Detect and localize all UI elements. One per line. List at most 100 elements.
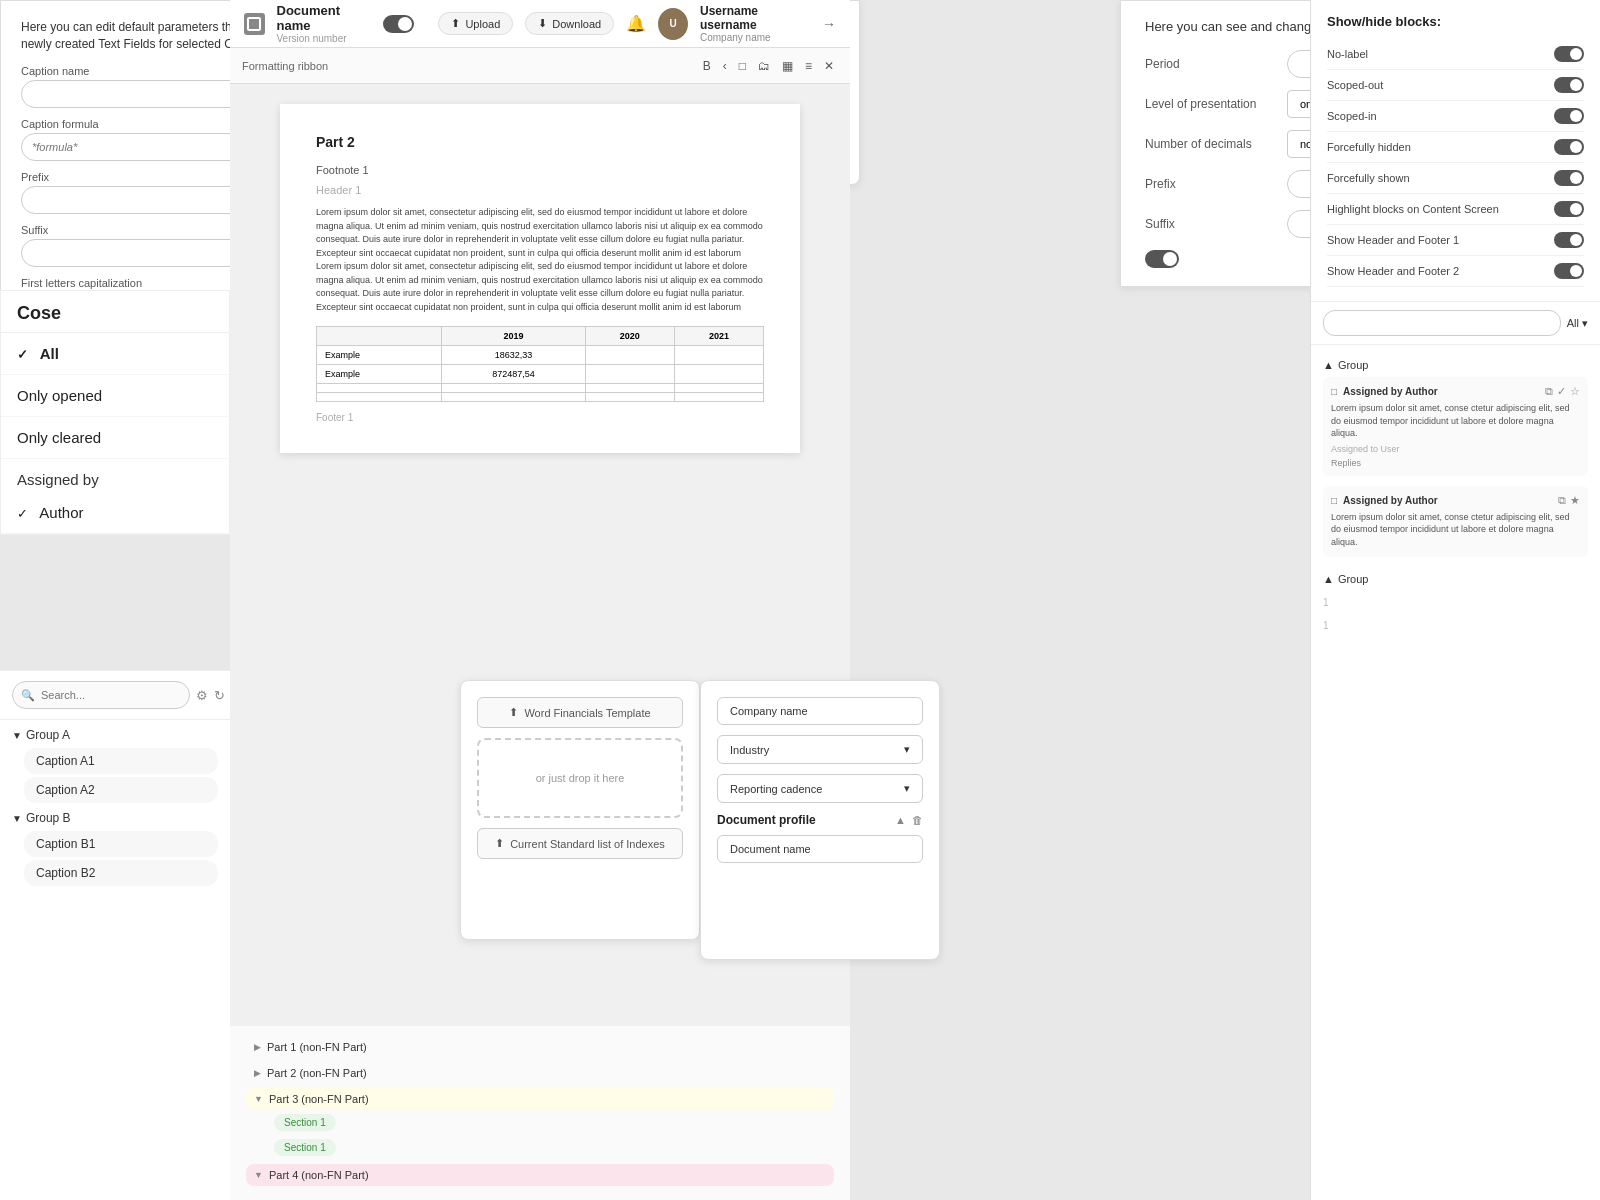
tree-part-2-row[interactable]: ▶ Part 2 (non-FN Part) — [246, 1062, 834, 1084]
comment-2-star-btn[interactable]: ★ — [1570, 494, 1580, 507]
chevron-down-icon: ▾ — [904, 782, 910, 795]
word-template-button[interactable]: ⬆ Word Financials Template — [477, 697, 683, 728]
company-name: Company name — [700, 32, 810, 43]
comment-block-1: □ Assigned by Author ⧉ ✓ ☆ Lorem ipsum d… — [1323, 377, 1588, 476]
industry-field: Industry ▾ — [717, 735, 923, 764]
chevron-down-icon: ▾ — [1582, 317, 1588, 330]
download-button[interactable]: ⬇ Download — [525, 12, 614, 35]
rs-search-input[interactable] — [1323, 310, 1561, 336]
notification-button[interactable]: 🔔 — [626, 14, 646, 33]
format-table-btn[interactable]: ▦ — [778, 57, 797, 75]
upload-button[interactable]: ⬆ Upload — [438, 12, 513, 35]
search-input[interactable] — [12, 681, 190, 709]
settings-icon-btn[interactable]: ⚙ — [196, 688, 208, 703]
forcefully-hidden-toggle[interactable] — [1554, 139, 1584, 155]
table-col-2019: 2019 — [442, 327, 585, 346]
doc-profile-title: Document profile — [717, 813, 816, 827]
toggle-scoped-out-row: Scoped-out — [1327, 70, 1584, 101]
format-bold-btn[interactable]: B — [699, 57, 715, 75]
toggle-forcefully-shown-row: Forcefully shown — [1327, 163, 1584, 194]
rs-comments-content: ▲ Group □ Assigned by Author ⧉ ✓ ☆ Lorem… — [1311, 345, 1600, 1200]
forcefully-hidden-text: Forcefully hidden — [1327, 141, 1411, 153]
industry-button[interactable]: Industry ▾ — [717, 735, 923, 764]
right-sidebar-header: Show/hide blocks: No-label Scoped-out Sc… — [1311, 0, 1600, 302]
assigned-author-item[interactable]: ✓ Author — [1, 492, 229, 534]
comment-2-copy-btn[interactable]: ⧉ — [1558, 494, 1566, 507]
chevron-down-icon: ▼ — [12, 730, 22, 741]
comment-block-2: □ Assigned by Author ⧉ ★ Lorem ipsum dol… — [1323, 486, 1588, 557]
drop-zone[interactable]: or just drop it here — [477, 738, 683, 818]
upload-icon: ⬆ — [451, 17, 460, 30]
caption-b2-item[interactable]: Caption B2 — [24, 860, 218, 886]
refresh-icon-btn[interactable]: ↻ — [214, 688, 225, 703]
level-label: Level of presentation — [1145, 97, 1275, 111]
caption-a2-item[interactable]: Caption A2 — [24, 777, 218, 803]
page-title: Part 2 — [316, 134, 764, 150]
doc-name-button[interactable]: Document name — [717, 835, 923, 863]
format-list-btn[interactable]: ≡ — [801, 57, 816, 75]
rs-group-1-header[interactable]: ▲ Group — [1323, 353, 1588, 377]
no-label-toggle[interactable] — [1554, 46, 1584, 62]
variable-toggle[interactable] — [1145, 250, 1179, 268]
toggle-header-footer-2-row: Show Header and Footer 2 — [1327, 256, 1584, 287]
tree-section-2-row[interactable]: Section 1 — [246, 1135, 834, 1160]
comment-1-actions: ⧉ ✓ ☆ — [1545, 385, 1580, 398]
table-row: Example 18632,33 — [317, 346, 764, 365]
highlight-toggle[interactable] — [1554, 201, 1584, 217]
rs-group-2-header[interactable]: ▲ Group — [1323, 567, 1588, 591]
tree-section-1-row[interactable]: Section 1 — [246, 1110, 834, 1135]
format-bar-controls: B ‹ □ 🗂 ▦ ≡ ✕ — [699, 57, 838, 75]
doc-profile-delete-btn[interactable]: 🗑 — [912, 814, 923, 826]
format-folder-btn[interactable]: 🗂 — [754, 57, 774, 75]
doc-name-label: Document name — [730, 843, 811, 855]
index-button[interactable]: ⬆ Current Standard list of Indexes — [477, 828, 683, 859]
forcefully-shown-toggle[interactable] — [1554, 170, 1584, 186]
comment-1-star-btn[interactable]: ☆ — [1570, 385, 1580, 398]
tree-section: ▼ Group A Caption A1 Caption A2 ▼ Group … — [0, 720, 230, 1200]
document-page: Part 2 Footnote 1 Header 1 Lorem ipsum d… — [280, 104, 800, 453]
group-b-label: Group B — [26, 811, 71, 825]
filter-all-item[interactable]: ✓ All — [1, 333, 229, 375]
header-footer-2-toggle[interactable] — [1554, 263, 1584, 279]
document-toggle[interactable] — [383, 15, 415, 33]
tree-part-3: ▼ Part 3 (non-FN Part) Section 1 Section… — [246, 1088, 834, 1160]
company-name-button[interactable]: Company name — [717, 697, 923, 725]
search-icon: 🔍 — [21, 689, 35, 702]
table-row: Example 872487,54 — [317, 365, 764, 384]
word-template-label: Word Financials Template — [524, 707, 650, 719]
filter-cleared-item[interactable]: Only cleared — [1, 417, 229, 459]
reporting-button[interactable]: Reporting cadence ▾ — [717, 774, 923, 803]
scoped-in-toggle[interactable] — [1554, 108, 1584, 124]
checkmark-icon: ✓ — [17, 506, 28, 521]
tree-part-1-row[interactable]: ▶ Part 1 (non-FN Part) — [246, 1036, 834, 1058]
comment-1-check-btn[interactable]: ✓ — [1557, 385, 1566, 398]
format-close-btn[interactable]: ✕ — [820, 57, 838, 75]
comment-2-actions: ⧉ ★ — [1558, 494, 1580, 507]
filter-opened-item[interactable]: Only opened — [1, 375, 229, 417]
rs-all-button[interactable]: All ▾ — [1567, 317, 1588, 330]
caption-a1-item[interactable]: Caption A1 — [24, 748, 218, 774]
format-italic-btn[interactable]: ‹ — [719, 57, 731, 75]
avatar: U — [658, 8, 688, 40]
group-b-header[interactable]: ▼ Group B — [12, 811, 218, 825]
table-col-2020: 2020 — [585, 327, 674, 346]
scoped-in-text: Scoped-in — [1327, 110, 1377, 122]
header-footer-1-toggle[interactable] — [1554, 232, 1584, 248]
caption-tree-panel: 🔍 ⚙ ↻ ▼ Group A Caption A1 Caption A2 ▼ … — [0, 670, 230, 1200]
table-row — [317, 384, 764, 393]
tree-part-3-row[interactable]: ▼ Part 3 (non-FN Part) — [246, 1088, 834, 1110]
logout-button[interactable]: → — [822, 16, 836, 32]
filter-all-label: All — [40, 345, 59, 362]
caption-b1-item[interactable]: Caption B1 — [24, 831, 218, 857]
group-a-header[interactable]: ▼ Group A — [12, 728, 218, 742]
format-box-btn[interactable]: □ — [735, 57, 750, 75]
tree-part-4-row[interactable]: ▼ Part 4 (non-FN Part) — [246, 1164, 834, 1186]
right-form-panel: Company name Industry ▾ Reporting cadenc… — [700, 680, 940, 960]
doc-profile-expand-btn[interactable]: ▲ — [895, 814, 906, 826]
chevron-up-icon: ▲ — [1323, 359, 1334, 371]
scoped-out-toggle[interactable] — [1554, 77, 1584, 93]
rs-search-row: All ▾ — [1311, 302, 1600, 345]
comment-1-replies[interactable]: Replies — [1331, 458, 1580, 468]
comment-1-copy-btn[interactable]: ⧉ — [1545, 385, 1553, 398]
toggle-forcefully-hidden-row: Forcefully hidden — [1327, 132, 1584, 163]
